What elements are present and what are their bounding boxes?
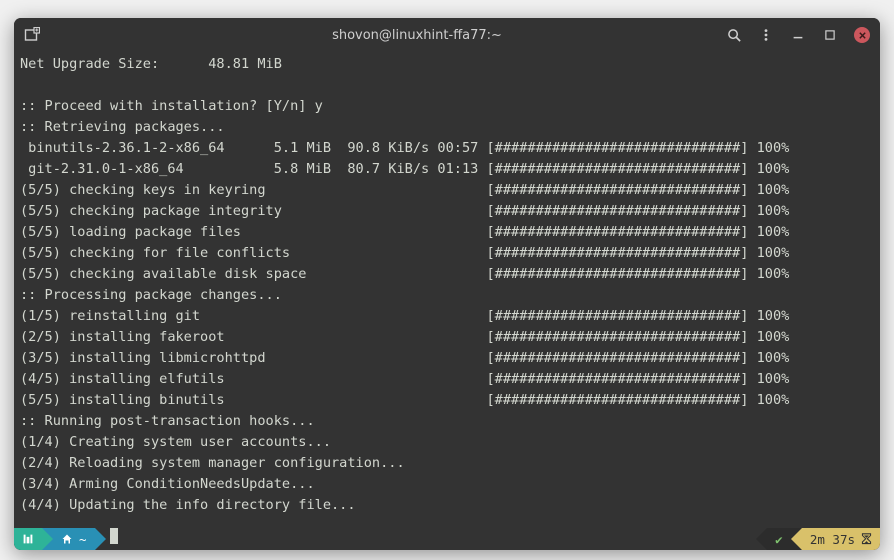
terminal-line: :: Processing package changes...: [20, 285, 880, 306]
cwd-label: ~: [79, 532, 87, 547]
titlebar: shovon@linuxhint-ffa77:~: [14, 18, 880, 52]
maximize-button[interactable]: [822, 27, 838, 43]
minimize-button[interactable]: [790, 27, 806, 43]
check-icon: ✔: [775, 532, 783, 547]
terminal-line: Net Upgrade Size: 48.81 MiB: [20, 54, 880, 75]
menu-icon[interactable]: [758, 27, 774, 43]
statusbar: ~ ✔ 2m 37s: [14, 528, 880, 550]
terminal-line: (2/5) installing fakeroot [#############…: [20, 327, 880, 348]
terminal-line: (4/4) Updating the info directory file..…: [20, 495, 880, 516]
separator-icon: [756, 528, 767, 550]
status-ok-segment: ✔: [767, 528, 791, 550]
home-icon: [61, 533, 73, 545]
distro-logo-segment[interactable]: [14, 528, 42, 550]
new-tab-icon[interactable]: [24, 27, 40, 43]
terminal-line: (5/5) installing binutils [#############…: [20, 390, 880, 411]
terminal-line: [20, 75, 880, 96]
terminal-line: (5/5) checking for file conflicts [#####…: [20, 243, 880, 264]
elapsed-time-segment: 2m 37s: [802, 528, 880, 550]
terminal-line: :: Running post-transaction hooks...: [20, 411, 880, 432]
terminal-line: (1/4) Creating system user accounts...: [20, 432, 880, 453]
terminal-line: binutils-2.36.1-2-x86_64 5.1 MiB 90.8 Ki…: [20, 138, 880, 159]
search-icon[interactable]: [726, 27, 742, 43]
terminal-line: (3/4) Arming ConditionNeedsUpdate...: [20, 474, 880, 495]
separator-icon: [42, 528, 53, 550]
close-button[interactable]: [854, 27, 870, 43]
prompt-cursor: [110, 528, 118, 544]
terminal-line: (2/4) Reloading system manager configura…: [20, 453, 880, 474]
terminal-window: shovon@linuxhint-ffa77:~ Net Upgrade Siz…: [14, 18, 880, 550]
terminal-line: (5/5) checking available disk space [###…: [20, 264, 880, 285]
terminal-output[interactable]: Net Upgrade Size: 48.81 MiB :: Proceed w…: [14, 52, 880, 528]
separator-icon: [791, 528, 802, 550]
separator-icon: [95, 528, 106, 550]
terminal-line: (5/5) loading package files [###########…: [20, 222, 880, 243]
terminal-line: (3/5) installing libmicrohttpd [########…: [20, 348, 880, 369]
terminal-line: (5/5) checking package integrity [######…: [20, 201, 880, 222]
terminal-line: :: Proceed with installation? [Y/n] y: [20, 96, 880, 117]
elapsed-time: 2m 37s: [810, 532, 855, 547]
window-title: shovon@linuxhint-ffa77:~: [144, 28, 690, 43]
terminal-line: (5/5) checking keys in keyring [########…: [20, 180, 880, 201]
terminal-line: (1/5) reinstalling git [################…: [20, 306, 880, 327]
hourglass-icon: [861, 533, 872, 546]
terminal-line: :: Retrieving packages...: [20, 117, 880, 138]
terminal-line: git-2.31.0-1-x86_64 5.8 MiB 80.7 KiB/s 0…: [20, 159, 880, 180]
cwd-segment[interactable]: ~: [53, 528, 95, 550]
terminal-line: (4/5) installing elfutils [#############…: [20, 369, 880, 390]
